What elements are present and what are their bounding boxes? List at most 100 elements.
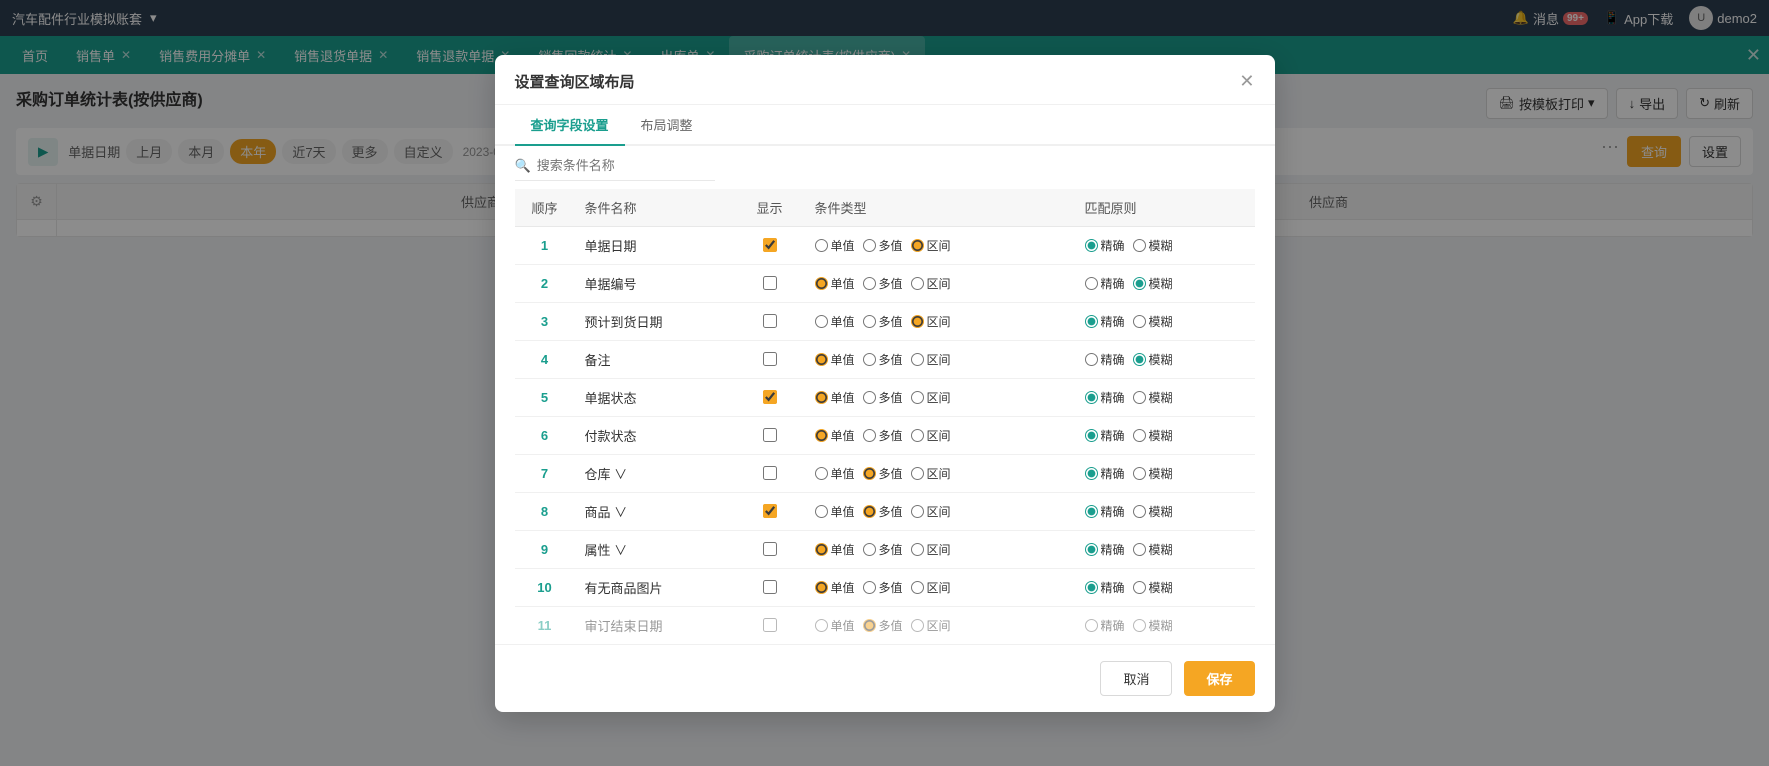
display-checkbox[interactable] — [763, 314, 777, 328]
type-radio[interactable] — [815, 239, 828, 252]
type-option-多值[interactable]: 多值 — [863, 389, 903, 406]
type-radio[interactable] — [863, 505, 876, 518]
type-radio[interactable] — [911, 505, 924, 518]
match-option-精确[interactable]: 精确 — [1085, 313, 1125, 330]
type-option-区间[interactable]: 区间 — [911, 389, 951, 406]
row-display[interactable] — [735, 264, 805, 302]
display-checkbox[interactable] — [763, 466, 777, 480]
match-radio[interactable] — [1133, 467, 1146, 480]
type-option-单值[interactable]: 单值 — [815, 389, 855, 406]
row-display[interactable] — [735, 378, 805, 416]
modal-overlay[interactable]: 设置查询区域布局 ✕ 查询字段设置 布局调整 🔍 — [0, 0, 1769, 766]
match-radio[interactable] — [1085, 353, 1098, 366]
display-checkbox[interactable] — [763, 238, 777, 252]
match-radio[interactable] — [1133, 505, 1146, 518]
match-option-模糊[interactable]: 模糊 — [1133, 503, 1173, 520]
type-radio[interactable] — [815, 619, 828, 632]
row-display[interactable] — [735, 530, 805, 568]
type-radio[interactable] — [815, 467, 828, 480]
match-radio[interactable] — [1085, 315, 1098, 328]
type-option-区间[interactable]: 区间 — [911, 351, 951, 368]
type-option-单值[interactable]: 单值 — [815, 465, 855, 482]
match-option-模糊[interactable]: 模糊 — [1133, 275, 1173, 292]
type-option-单值[interactable]: 单值 — [815, 275, 855, 292]
type-radio[interactable] — [911, 467, 924, 480]
type-option-多值[interactable]: 多值 — [863, 313, 903, 330]
match-radio[interactable] — [1133, 277, 1146, 290]
row-display[interactable] — [735, 568, 805, 606]
match-radio[interactable] — [1085, 543, 1098, 556]
type-option-多值[interactable]: 多值 — [863, 617, 903, 634]
match-option-精确[interactable]: 精确 — [1085, 389, 1125, 406]
type-radio[interactable] — [911, 429, 924, 442]
type-option-单值[interactable]: 单值 — [815, 237, 855, 254]
display-checkbox[interactable] — [763, 352, 777, 366]
type-radio[interactable] — [911, 353, 924, 366]
type-radio[interactable] — [863, 315, 876, 328]
type-option-多值[interactable]: 多值 — [863, 465, 903, 482]
type-radio[interactable] — [863, 429, 876, 442]
type-option-区间[interactable]: 区间 — [911, 465, 951, 482]
type-radio[interactable] — [815, 505, 828, 518]
type-radio[interactable] — [815, 429, 828, 442]
match-option-模糊[interactable]: 模糊 — [1133, 389, 1173, 406]
match-option-精确[interactable]: 精确 — [1085, 275, 1125, 292]
match-radio[interactable] — [1133, 239, 1146, 252]
type-option-区间[interactable]: 区间 — [911, 541, 951, 558]
match-radio[interactable] — [1085, 277, 1098, 290]
match-option-精确[interactable]: 精确 — [1085, 465, 1125, 482]
modal-close-btn[interactable]: ✕ — [1239, 72, 1254, 90]
match-radio[interactable] — [1085, 467, 1098, 480]
match-radio[interactable] — [1085, 239, 1098, 252]
type-radio[interactable] — [863, 391, 876, 404]
match-radio[interactable] — [1133, 391, 1146, 404]
match-radio[interactable] — [1133, 353, 1146, 366]
type-option-多值[interactable]: 多值 — [863, 503, 903, 520]
type-radio[interactable] — [911, 391, 924, 404]
row-display[interactable] — [735, 454, 805, 492]
match-radio[interactable] — [1085, 505, 1098, 518]
type-radio[interactable] — [911, 315, 924, 328]
match-radio[interactable] — [1085, 429, 1098, 442]
type-option-多值[interactable]: 多值 — [863, 237, 903, 254]
display-checkbox[interactable] — [763, 276, 777, 290]
type-option-多值[interactable]: 多值 — [863, 275, 903, 292]
type-radio[interactable] — [911, 239, 924, 252]
type-option-区间[interactable]: 区间 — [911, 313, 951, 330]
row-display[interactable] — [735, 416, 805, 454]
search-input[interactable] — [537, 158, 697, 173]
match-radio[interactable] — [1085, 391, 1098, 404]
match-option-模糊[interactable]: 模糊 — [1133, 465, 1173, 482]
type-radio[interactable] — [911, 619, 924, 632]
match-option-精确[interactable]: 精确 — [1085, 617, 1125, 634]
type-option-多值[interactable]: 多值 — [863, 427, 903, 444]
match-option-模糊[interactable]: 模糊 — [1133, 313, 1173, 330]
type-option-区间[interactable]: 区间 — [911, 617, 951, 634]
type-radio[interactable] — [815, 391, 828, 404]
match-option-模糊[interactable]: 模糊 — [1133, 541, 1173, 558]
save-btn[interactable]: 保存 — [1184, 661, 1254, 696]
type-radio[interactable] — [863, 467, 876, 480]
match-radio[interactable] — [1133, 429, 1146, 442]
modal-tab-layout[interactable]: 布局调整 — [625, 105, 709, 146]
match-option-模糊[interactable]: 模糊 — [1133, 351, 1173, 368]
type-option-单值[interactable]: 单值 — [815, 541, 855, 558]
cancel-btn[interactable]: 取消 — [1100, 661, 1172, 696]
modal-tab-fields[interactable]: 查询字段设置 — [515, 105, 625, 146]
display-checkbox[interactable] — [763, 428, 777, 442]
type-option-区间[interactable]: 区间 — [911, 275, 951, 292]
match-option-精确[interactable]: 精确 — [1085, 579, 1125, 596]
type-option-单值[interactable]: 单值 — [815, 351, 855, 368]
type-option-单值[interactable]: 单值 — [815, 579, 855, 596]
match-option-模糊[interactable]: 模糊 — [1133, 427, 1173, 444]
type-radio[interactable] — [815, 543, 828, 556]
display-checkbox[interactable] — [763, 542, 777, 556]
type-option-区间[interactable]: 区间 — [911, 427, 951, 444]
match-radio[interactable] — [1133, 543, 1146, 556]
type-option-多值[interactable]: 多值 — [863, 579, 903, 596]
match-radio[interactable] — [1085, 619, 1098, 632]
display-checkbox[interactable] — [763, 618, 777, 632]
row-display[interactable] — [735, 340, 805, 378]
type-radio[interactable] — [815, 315, 828, 328]
type-radio[interactable] — [815, 581, 828, 594]
